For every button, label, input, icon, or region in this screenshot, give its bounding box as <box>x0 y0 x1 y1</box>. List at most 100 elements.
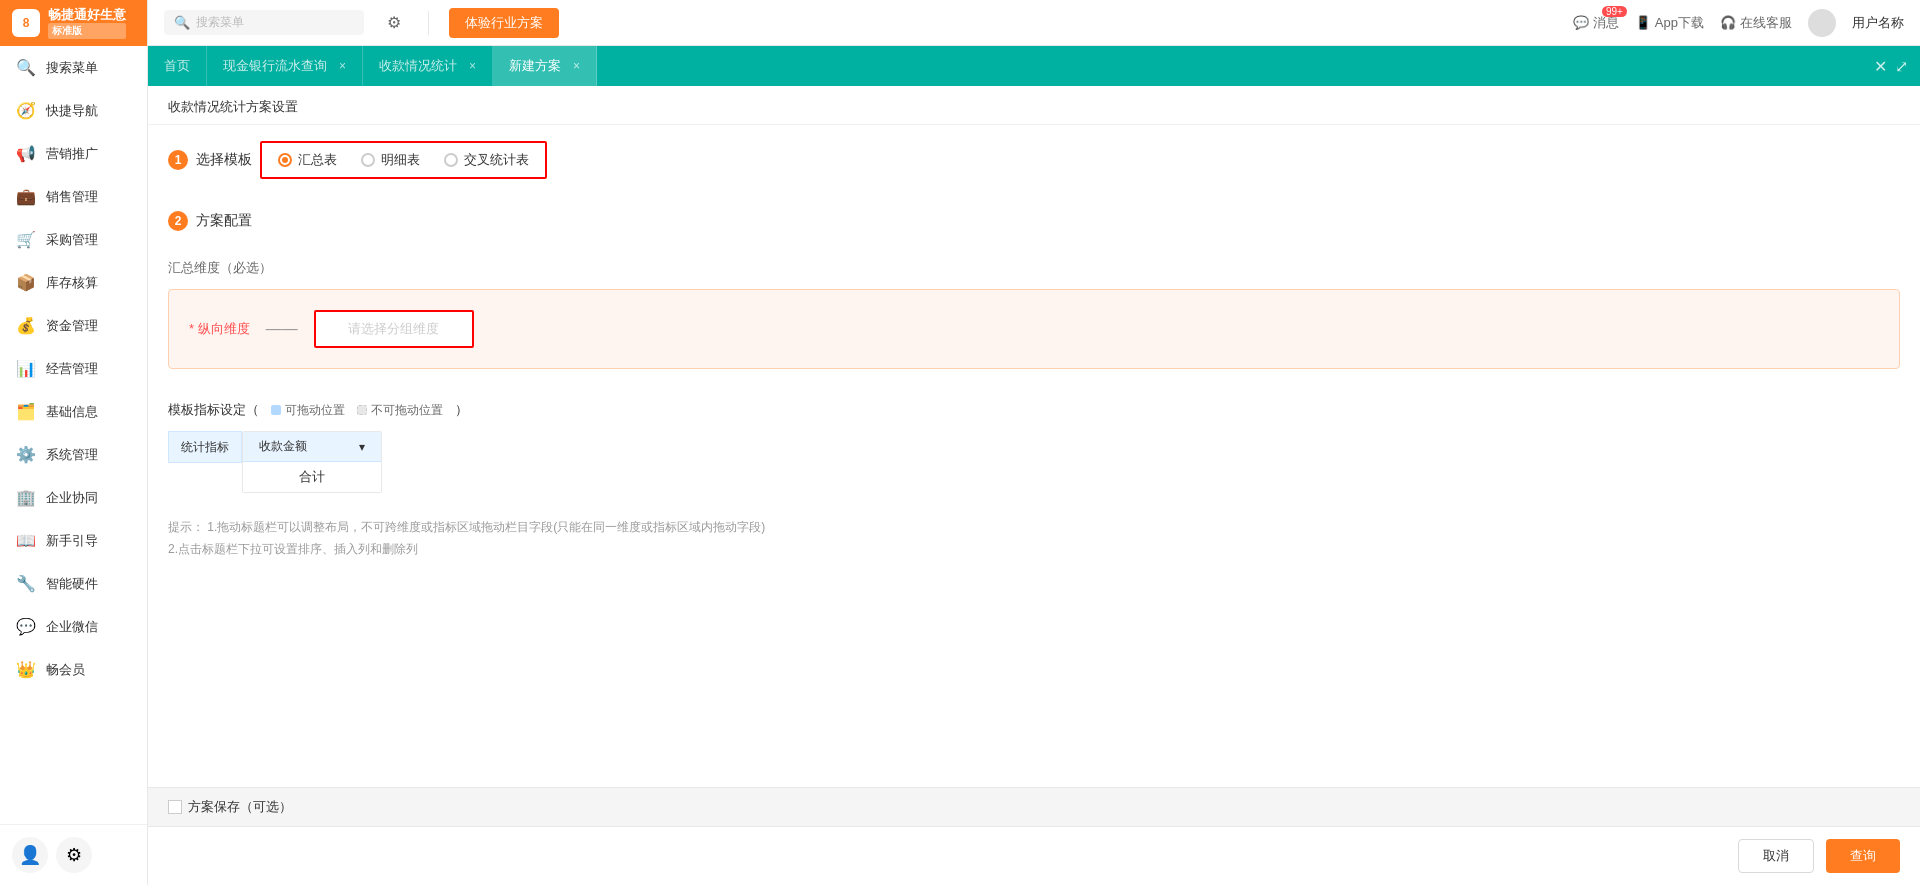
tab-0[interactable]: 首页 <box>148 46 207 86</box>
sidebar-icon-2: 📢 <box>16 144 36 163</box>
movable-tag: 可拖动位置 <box>271 402 345 419</box>
indicator-table-cell: 合计 <box>243 462 381 492</box>
chat-btn[interactable]: 🎧 在线客服 <box>1720 14 1792 32</box>
breadcrumb: 收款情况统计方案设置 <box>168 99 298 114</box>
tab-close-1[interactable]: × <box>339 59 346 73</box>
user-avatar-icon[interactable]: 👤 <box>12 837 48 873</box>
dimension-row: 纵向维度 —— 请选择分组维度 <box>189 310 1879 348</box>
radio-option-2[interactable]: 交叉统计表 <box>444 151 529 169</box>
footer-buttons: 取消 查询 <box>148 826 1920 885</box>
sidebar-item-3[interactable]: 💼销售管理 <box>0 175 147 218</box>
sidebar-label-4: 采购管理 <box>46 231 98 249</box>
messages-btn[interactable]: 💬 消息 99+ <box>1573 14 1619 32</box>
sidebar-label-11: 新手引导 <box>46 532 98 550</box>
message-icon: 💬 <box>1573 15 1589 30</box>
tab-label-0: 首页 <box>164 57 190 75</box>
sidebar-item-2[interactable]: 📢营销推广 <box>0 132 147 175</box>
industry-btn[interactable]: 体验行业方案 <box>449 8 559 38</box>
tab-1[interactable]: 现金银行流水查询× <box>207 46 363 86</box>
sidebar-item-5[interactable]: 📦库存核算 <box>0 261 147 304</box>
sidebar-bottom: 👤 ⚙ <box>0 824 147 885</box>
sidebar-label-12: 智能硬件 <box>46 575 98 593</box>
gear-button[interactable]: ⚙ <box>380 9 408 37</box>
save-checkbox[interactable] <box>168 800 182 814</box>
tab-close-2[interactable]: × <box>469 59 476 73</box>
sidebar-item-0[interactable]: 🔍搜索菜单 <box>0 46 147 89</box>
sidebar-label-6: 资金管理 <box>46 317 98 335</box>
sidebar-item-10[interactable]: 🏢企业协同 <box>0 476 147 519</box>
indicator-table-header: 收款金额 ▾ <box>243 432 381 462</box>
tab-label-2: 收款情况统计 <box>379 57 457 75</box>
config-section: 汇总维度（必选） 纵向维度 —— 请选择分组维度 <box>148 259 1920 401</box>
sidebar-item-13[interactable]: 💬企业微信 <box>0 605 147 648</box>
tab-3[interactable]: 新建方案 × <box>493 46 597 86</box>
sidebar-label-14: 畅会员 <box>46 661 85 679</box>
dimension-select[interactable]: 请选择分组维度 <box>314 310 474 348</box>
tips-line2: 2.点击标题栏下拉可设置排序、插入列和删除列 <box>168 539 1900 561</box>
template-radio-group: 汇总表 明细表 交叉统计表 <box>260 141 547 179</box>
movable-dot <box>271 405 281 415</box>
sidebar: 8 畅捷通好生意 标准版 🔍搜索菜单🧭快捷导航📢营销推广💼销售管理🛒采购管理📦库… <box>0 0 148 885</box>
sidebar-label-5: 库存核算 <box>46 274 98 292</box>
sidebar-icon-13: 💬 <box>16 617 36 636</box>
settings-icon[interactable]: ⚙ <box>56 837 92 873</box>
save-checkbox-item[interactable]: 方案保存（可选） <box>168 798 292 816</box>
step1-section: 1 选择模板 汇总表明细表交叉统计表 <box>148 125 1920 207</box>
sidebar-item-7[interactable]: 📊经营管理 <box>0 347 147 390</box>
sidebar-item-14[interactable]: 👑畅会员 <box>0 648 147 691</box>
radio-circle-2 <box>444 153 458 167</box>
message-badge: 99+ <box>1602 6 1627 17</box>
sidebar-item-4[interactable]: 🛒 采购管理 <box>0 218 147 261</box>
sidebar-item-8[interactable]: 🗂️基础信息 <box>0 390 147 433</box>
indicator-label: 模板指标设定（ 可拖动位置 不可拖动位置 ） <box>168 401 1900 419</box>
sidebar-icon-11: 📖 <box>16 531 36 550</box>
search-bar[interactable]: 🔍 搜索菜单 <box>164 10 364 35</box>
arrow-icon: —— <box>266 320 298 338</box>
close-window-icon[interactable]: ✕ <box>1874 57 1887 76</box>
sidebar-icon-1: 🧭 <box>16 101 36 120</box>
radio-option-1[interactable]: 明细表 <box>361 151 420 169</box>
sidebar-icon-0: 🔍 <box>16 58 36 77</box>
maximize-icon[interactable]: ⤢ <box>1895 57 1908 76</box>
user-avatar[interactable] <box>1808 9 1836 37</box>
search-icon: 🔍 <box>174 15 190 30</box>
cancel-button[interactable]: 取消 <box>1738 839 1814 873</box>
indicator-section-label: 统计指标 <box>168 431 242 463</box>
indicator-dropdown-icon[interactable]: ▾ <box>359 440 365 454</box>
dimension-area: 纵向维度 —— 请选择分组维度 <box>168 289 1900 369</box>
radio-label-1: 明细表 <box>381 151 420 169</box>
download-btn[interactable]: 📱 App下载 <box>1635 14 1704 32</box>
sidebar-label-8: 基础信息 <box>46 403 98 421</box>
topbar-right: 💬 消息 99+ 📱 App下载 🎧 在线客服 用户名称 <box>1573 9 1904 37</box>
tab-label-3: 新建方案 <box>509 57 561 75</box>
unmovable-dot <box>357 405 367 415</box>
tips-line1: 提示： 1.拖动标题栏可以调整布局，不可跨维度或指标区域拖动栏目字段(只能在同一… <box>168 517 1900 539</box>
bottom-bar: 方案保存（可选） <box>148 787 1920 826</box>
sidebar-item-6[interactable]: 💰 资金管理 <box>0 304 147 347</box>
download-icon: 📱 <box>1635 15 1651 30</box>
query-button[interactable]: 查询 <box>1826 839 1900 873</box>
app-name: 畅捷通好生意 <box>48 7 126 23</box>
step1-title: 1 选择模板 汇总表明细表交叉统计表 <box>168 141 1900 179</box>
logo-icon: 8 <box>12 9 40 37</box>
radio-circle-0 <box>278 153 292 167</box>
step2-title: 2 方案配置 <box>168 211 1900 231</box>
tab-2[interactable]: 收款情况统计 × <box>363 46 493 86</box>
tab-close-3[interactable]: × <box>573 59 580 73</box>
radio-option-0[interactable]: 汇总表 <box>278 151 337 169</box>
sidebar-item-11[interactable]: 📖 新手引导 <box>0 519 147 562</box>
indicator-section: 模板指标设定（ 可拖动位置 不可拖动位置 ） 统计指标 <box>148 401 1920 509</box>
indicator-table-wrapper: 统计指标 收款金额 ▾ 合计 <box>168 431 1900 493</box>
sidebar-item-1[interactable]: 🧭快捷导航 <box>0 89 147 132</box>
page-header: 收款情况统计方案设置 <box>148 86 1920 125</box>
sidebar-item-12[interactable]: 🔧智能硬件 <box>0 562 147 605</box>
radio-label-2: 交叉统计表 <box>464 151 529 169</box>
left-label-col: 统计指标 <box>168 431 242 493</box>
sidebar-icon-4: 🛒 <box>16 230 36 249</box>
sidebar-icon-6: 💰 <box>16 316 36 335</box>
radio-circle-1 <box>361 153 375 167</box>
sidebar-item-9[interactable]: ⚙️系统管理 <box>0 433 147 476</box>
vertical-dim-label: 纵向维度 <box>189 320 250 338</box>
unmovable-tag: 不可拖动位置 <box>357 402 443 419</box>
tab-bar: 首页现金银行流水查询× 收款情况统计 × 新建方案 × ✕ ⤢ <box>148 46 1920 86</box>
